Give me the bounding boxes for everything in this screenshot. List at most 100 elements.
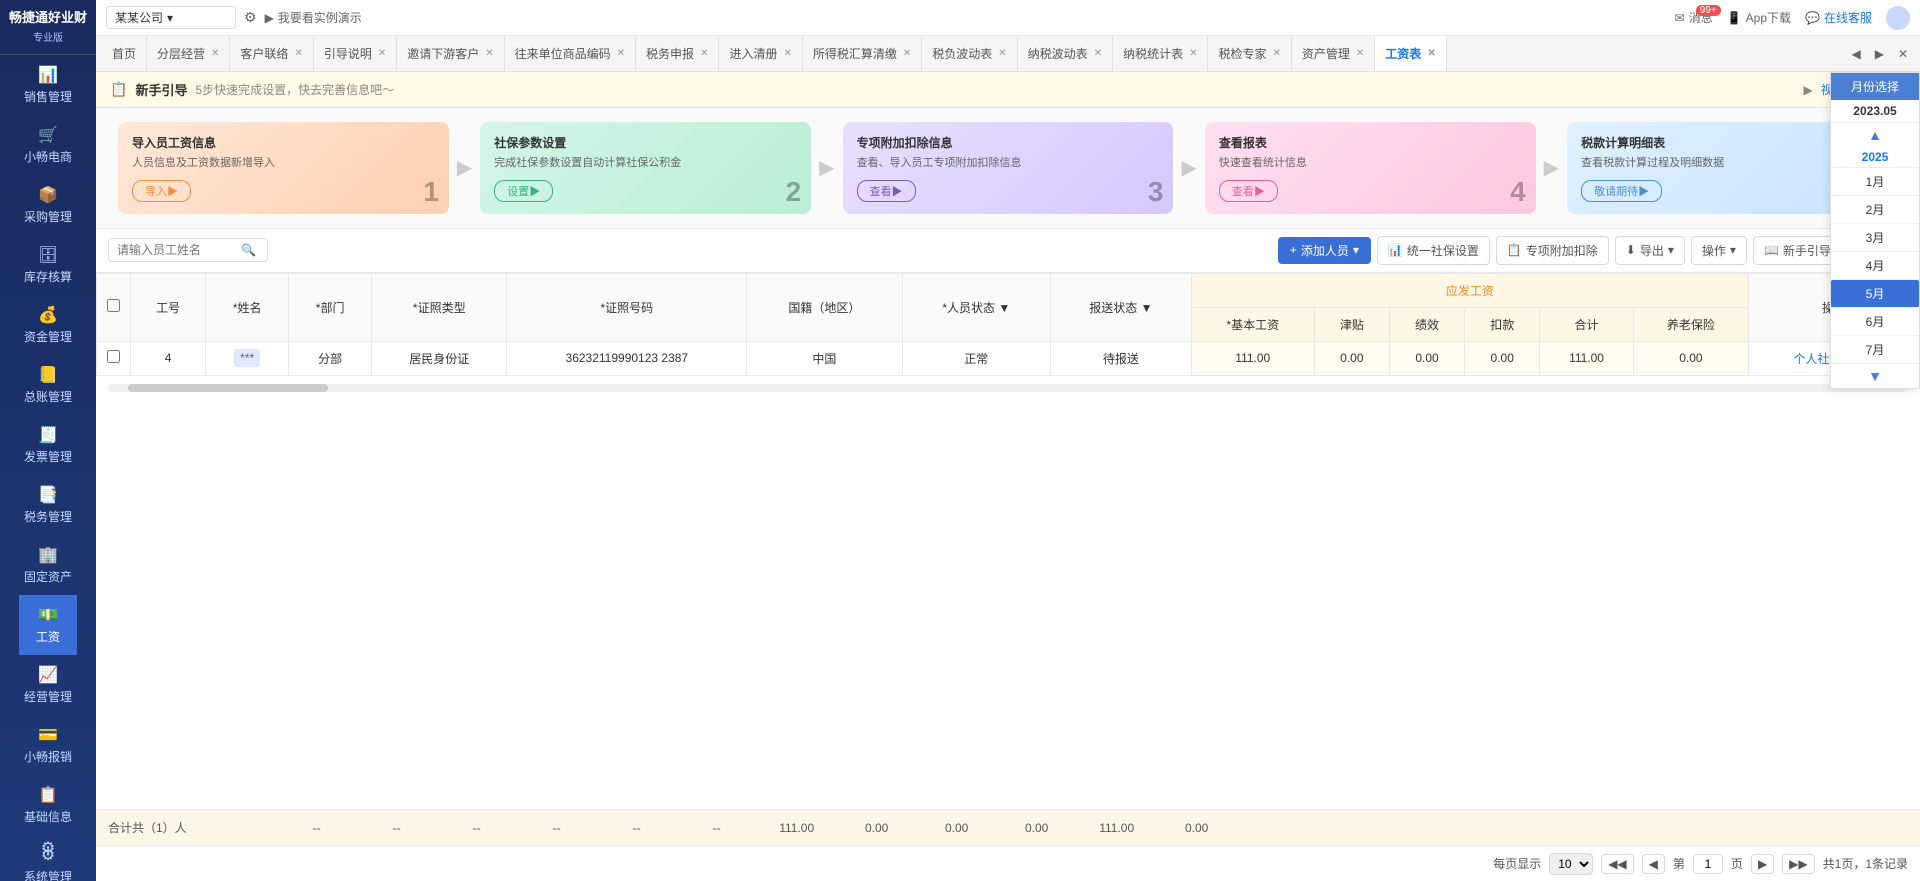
tab-tax-table[interactable]: 纳税统计表✕ <box>1113 36 1208 72</box>
step-btn-3[interactable]: 查看▶ <box>857 180 916 202</box>
sidebar-item-operations[interactable]: 📈 经营管理 <box>19 655 77 715</box>
add-person-btn[interactable]: + 添加人员 ▾ <box>1278 237 1371 264</box>
social-insurance-btn[interactable]: 📊 统一社保设置 <box>1377 236 1490 265</box>
action-btn[interactable]: 操作 ▾ <box>1691 236 1747 265</box>
sidebar-item-tax[interactable]: 📑 税务管理 <box>19 475 77 535</box>
step-btn-1[interactable]: 导入▶ <box>132 180 191 202</box>
scrollbar-track[interactable] <box>108 384 1908 392</box>
tab-close-partition[interactable]: ✕ <box>211 48 219 59</box>
company-selector[interactable]: 某某公司 ▾ <box>106 6 236 29</box>
tab-tax-calc[interactable]: 所得税汇算清缴✕ <box>803 36 922 72</box>
select-all-checkbox[interactable] <box>107 299 120 312</box>
user-avatar[interactable] <box>1886 6 1910 30</box>
sidebar-item-mini-sales[interactable]: 💳 小畅报销 <box>19 715 77 775</box>
tab-goods-code[interactable]: 往来单位商品编码✕ <box>505 36 636 72</box>
tab-close-tax-stats[interactable]: ✕ <box>1094 48 1102 59</box>
month-item-1月[interactable]: 1月 <box>1831 168 1919 196</box>
sidebar-settings[interactable]: ⚙ <box>0 828 96 871</box>
guide-title: 新手引导 <box>135 80 187 99</box>
sidebar-label-inventory: 库存核算 <box>24 268 72 285</box>
tab-close-tax-reduce[interactable]: ✕ <box>998 48 1006 59</box>
month-item-7月[interactable]: 7月 <box>1831 336 1919 364</box>
tab-clear[interactable]: 进入清册✕ <box>719 36 802 72</box>
chevron-down-icon: ▾ <box>167 11 173 25</box>
month-item-2月[interactable]: 2月 <box>1831 196 1919 224</box>
last-page-btn[interactable]: ▶▶ <box>1782 854 1814 874</box>
tab-close-customer[interactable]: ✕ <box>294 48 302 59</box>
month-panel-down-btn[interactable]: ▼ <box>1831 364 1919 388</box>
sidebar-item-purchase[interactable]: 📦 采购管理 <box>19 175 77 235</box>
per-page-select[interactable]: 10 20 50 <box>1549 853 1593 875</box>
tab-close-salary[interactable]: ✕ <box>1427 48 1435 59</box>
online-service-btn[interactable]: 💬 在线客服 <box>1805 9 1872 26</box>
prev-page-btn[interactable]: ◀ <box>1642 854 1665 874</box>
tab-close-tax-report[interactable]: ✕ <box>700 48 708 59</box>
tab-tax-stats[interactable]: 纳税波动表✕ <box>1018 36 1113 72</box>
month-panel-header[interactable]: 月份选择 <box>1831 73 1919 100</box>
sidebar-item-basic-info[interactable]: 📋 基础信息 <box>19 775 77 835</box>
sidebar-item-salary-mgr[interactable]: 💵 工资 <box>19 595 77 655</box>
tab-invite[interactable]: 邀请下游客户 ✕ <box>397 36 504 72</box>
tab-close-assets[interactable]: ✕ <box>1356 48 1364 59</box>
sidebar-item-sales[interactable]: 📊 销售管理 <box>19 55 77 115</box>
sidebar-items-container: 📊 销售管理🛒 小畅电商📦 采购管理🗄 库存核算💰 资金管理📒 总账管理🧾 发票… <box>19 55 77 881</box>
tab-tax-reduce[interactable]: 税负波动表✕ <box>922 36 1017 72</box>
tab-label-invite: 邀请下游客户 <box>407 45 479 62</box>
settings-icon[interactable]: ⚙ <box>244 9 257 26</box>
step-btn-4[interactable]: 查看▶ <box>1219 180 1278 202</box>
search-input[interactable] <box>117 243 237 257</box>
month-item-6月[interactable]: 6月 <box>1831 308 1919 336</box>
tab-partition[interactable]: 分层经营✕ <box>147 36 230 72</box>
tab-close-goods-code[interactable]: ✕ <box>617 48 625 59</box>
tab-home[interactable]: 首页 <box>102 36 147 72</box>
tab-tax-report[interactable]: 税务申报✕ <box>636 36 719 72</box>
tab-guide[interactable]: 引导说明✕ <box>314 36 397 72</box>
month-panel-up-btn[interactable]: ▲ <box>1831 123 1919 147</box>
step-btn-5[interactable]: 敬请期待▶ <box>1581 180 1662 202</box>
month-item-3月[interactable]: 3月 <box>1831 224 1919 252</box>
step-btn-2[interactable]: 设置▶ <box>494 180 553 202</box>
tab-close-clear[interactable]: ✕ <box>783 48 791 59</box>
tab-tax-expert[interactable]: 税检专家✕ <box>1208 36 1291 72</box>
search-input-wrap[interactable]: 🔍 <box>108 238 268 262</box>
scrollbar-thumb[interactable] <box>128 384 328 392</box>
page-input[interactable] <box>1693 854 1723 874</box>
social-icon: 📊 <box>1388 243 1403 257</box>
sidebar-item-finance[interactable]: 💰 资金管理 <box>19 295 77 355</box>
sidebar-item-ledger[interactable]: 📒 总账管理 <box>19 355 77 415</box>
sidebar-item-mini-ecom[interactable]: 🛒 小畅电商 <box>19 115 77 175</box>
demo-label: 我要看实例演示 <box>278 9 362 26</box>
invoice-icon: 🧾 <box>38 425 58 445</box>
next-page-btn[interactable]: ▶ <box>1751 854 1774 874</box>
row-checkbox-0[interactable] <box>107 350 120 363</box>
toolbar: 🔍 + 添加人员 ▾ 📊 统一社保设置 📋 专项附加扣除 ⬇ <box>96 229 1920 273</box>
tab-close-invite[interactable]: ✕ <box>485 48 493 59</box>
tab-salary[interactable]: 工资表✕ <box>1375 36 1446 72</box>
sidebar-item-inventory[interactable]: 🗄 库存核算 <box>19 235 77 295</box>
export-btn[interactable]: ⬇ 导出 ▾ <box>1615 236 1685 265</box>
tab-close-tax-calc[interactable]: ✕ <box>903 48 911 59</box>
sidebar-item-settings[interactable]: ⚙ <box>0 828 96 871</box>
first-page-btn[interactable]: ◀◀ <box>1601 854 1633 874</box>
month-item-4月[interactable]: 4月 <box>1831 252 1919 280</box>
tab-next-arrow[interactable]: ▶ <box>1869 43 1890 65</box>
message-btn[interactable]: ✉ 消息 99+ <box>1675 9 1713 26</box>
special-deduct-btn[interactable]: 📋 专项附加扣除 <box>1496 236 1609 265</box>
row-pension: 0.00 <box>1633 341 1748 375</box>
tab-assets[interactable]: 资产管理✕ <box>1292 36 1375 72</box>
tab-close-tax-expert[interactable]: ✕ <box>1273 48 1281 59</box>
tab-close-all-icon[interactable]: ✕ <box>1892 43 1914 65</box>
demo-btn[interactable]: ▶ 我要看实例演示 <box>265 9 362 26</box>
pagination: 每页显示 10 20 50 ◀◀ ◀ 第 页 ▶ ▶▶ 共1页，1条记录 <box>96 845 1920 881</box>
sidebar-item-assets-mgr[interactable]: 🏢 固定资产 <box>19 535 77 595</box>
tab-close-tax-table[interactable]: ✕ <box>1189 48 1197 59</box>
step-title-3: 专项附加扣除信息 <box>857 134 1160 151</box>
app-download-btn[interactable]: 📱 App下载 <box>1727 9 1791 26</box>
tab-prev-arrow[interactable]: ◀ <box>1845 43 1866 65</box>
inventory-icon: 🗄 <box>38 245 58 265</box>
month-item-5月[interactable]: 5月 <box>1831 280 1919 308</box>
tab-close-guide[interactable]: ✕ <box>378 48 386 59</box>
newguide-btn[interactable]: 📖 新手引导 <box>1753 236 1842 265</box>
sidebar-item-invoice[interactable]: 🧾 发票管理 <box>19 415 77 475</box>
tab-customer[interactable]: 客户联络✕ <box>230 36 313 72</box>
